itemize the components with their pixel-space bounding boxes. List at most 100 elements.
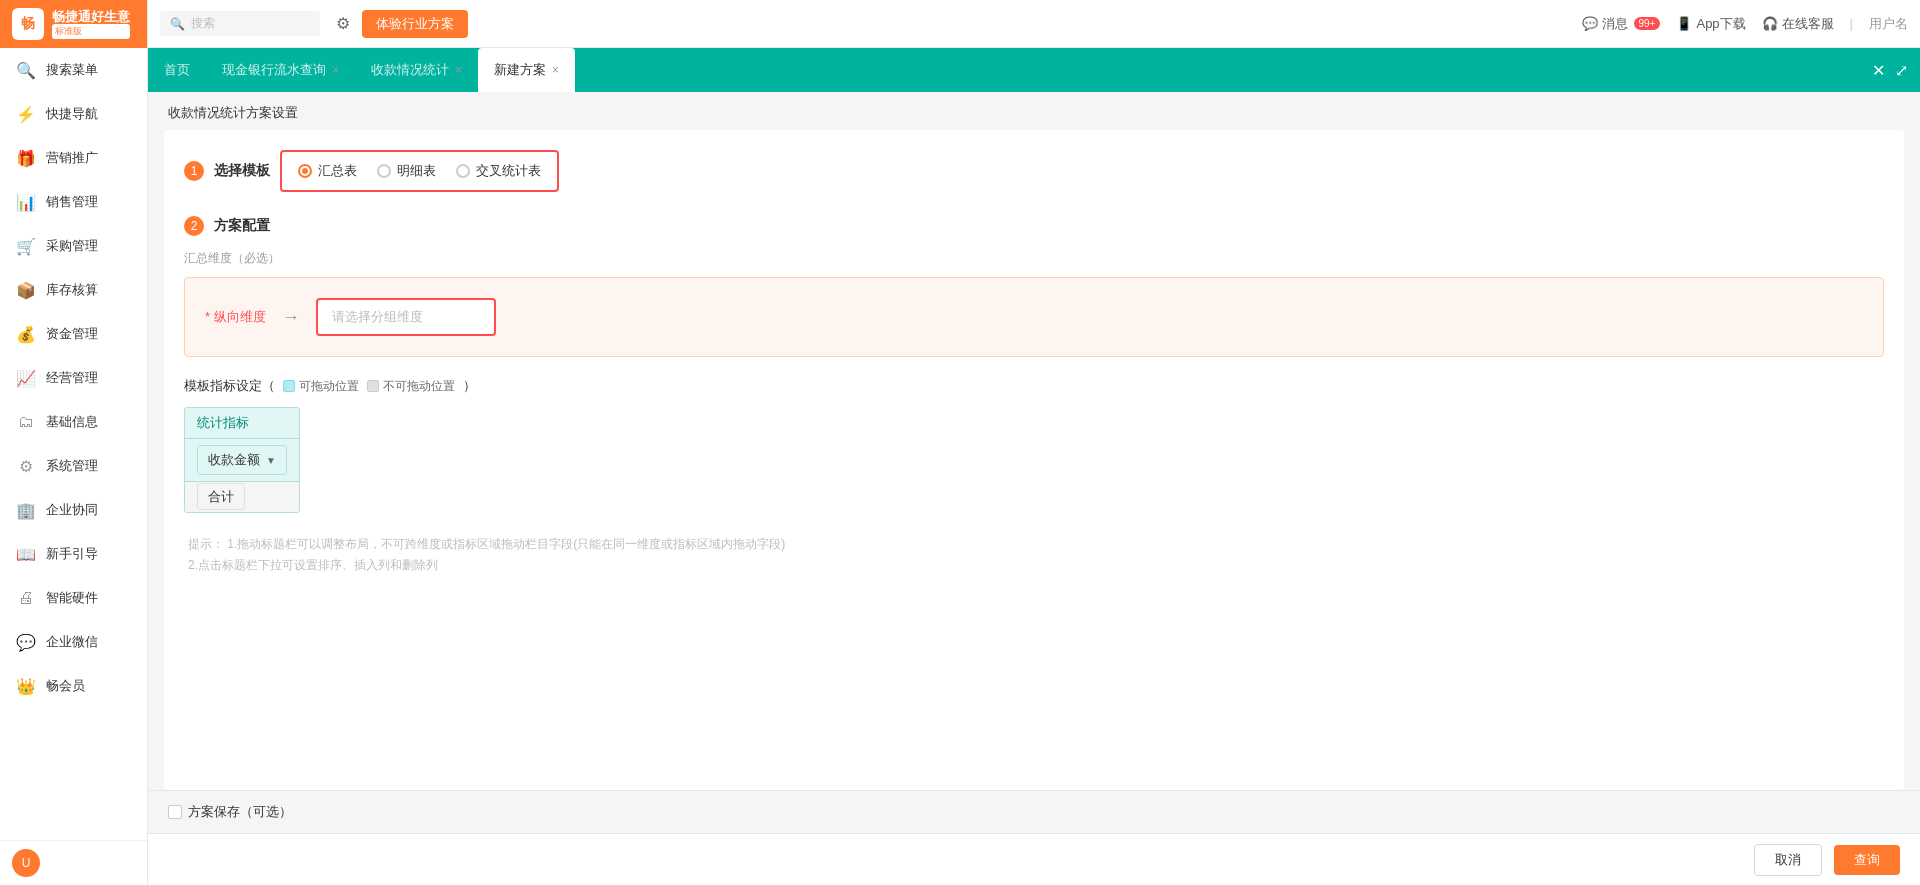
- sidebar-label-enterprise: 企业协同: [46, 501, 98, 519]
- legend-draggable: 可拖动位置: [283, 378, 359, 395]
- step1-title: 选择模板: [214, 162, 270, 180]
- sidebar-item-base-info[interactable]: 🗂基础信息: [0, 400, 147, 444]
- sidebar-item-purchase[interactable]: 🛒采购管理: [0, 224, 147, 268]
- sidebar-icon-smart-hw: 🖨: [16, 589, 36, 607]
- sidebar-item-member[interactable]: 👑畅会员: [0, 664, 147, 708]
- sidebar-icon-search-menu: 🔍: [16, 61, 36, 80]
- topbar: 🔍 搜索 ⚙ 体验行业方案 💬 消息 99+ 📱 App下载 🎧 在线客服 | …: [148, 0, 1920, 48]
- tab-close-new-plan[interactable]: ×: [552, 63, 559, 77]
- dimension-area: * 纵向维度 → 请选择分组维度: [184, 277, 1884, 357]
- metrics-sub-row: 合计: [185, 481, 299, 512]
- nav-tab-home[interactable]: 首页: [148, 48, 206, 92]
- sidebar-label-marketing: 营销推广: [46, 149, 98, 167]
- sidebar-label-operations: 经营管理: [46, 369, 98, 387]
- sidebar-label-member: 畅会员: [46, 677, 85, 695]
- radio-summary-label: 汇总表: [318, 162, 357, 180]
- industry-btn[interactable]: 体验行业方案: [362, 10, 468, 38]
- metrics-label: 统计指标: [185, 408, 299, 439]
- dimension-arrow: →: [282, 307, 300, 328]
- checkbox-box: [168, 805, 182, 819]
- tab-close-receipt-stats[interactable]: ×: [455, 63, 462, 77]
- step1-header: 1 选择模板 汇总表 明细表: [184, 150, 1884, 192]
- metrics-tag[interactable]: 收款金额 ▼: [197, 445, 287, 475]
- page-header: 收款情况统计方案设置: [148, 92, 1920, 130]
- save-plan-checkbox[interactable]: 方案保存（可选）: [168, 803, 292, 821]
- step2-header: 2 方案配置: [184, 216, 1884, 236]
- sidebar-icon-weixin: 💬: [16, 633, 36, 652]
- close-all-icon[interactable]: ✕: [1872, 61, 1885, 80]
- sidebar-item-quick-nav[interactable]: ⚡快捷导航: [0, 92, 147, 136]
- message-icon: 💬: [1582, 16, 1598, 31]
- legend-non-draggable: 不可拖动位置: [367, 378, 455, 395]
- sidebar-label-quick-nav: 快捷导航: [46, 105, 98, 123]
- sidebar-item-enterprise[interactable]: 🏢企业协同: [0, 488, 147, 532]
- sidebar-icon-sales: 📊: [16, 193, 36, 212]
- sidebar-label-sales: 销售管理: [46, 193, 98, 211]
- radio-cross-circle: [456, 164, 470, 178]
- page-body: 1 选择模板 汇总表 明细表: [164, 130, 1904, 790]
- tab-label-receipt-stats: 收款情况统计: [371, 61, 449, 79]
- user-name: 用户名: [1869, 15, 1908, 33]
- nav-tab-new-plan[interactable]: 新建方案 ×: [478, 48, 575, 92]
- topbar-right: 💬 消息 99+ 📱 App下载 🎧 在线客服 | 用户名: [1582, 15, 1909, 33]
- nav-tabs: 首页现金银行流水查询 ×收款情况统计 ×新建方案 × ✕ ⤢: [148, 48, 1920, 92]
- sidebar-icon-system: ⚙: [16, 457, 36, 476]
- sidebar-label-system: 系统管理: [46, 457, 98, 475]
- radio-detail[interactable]: 明细表: [377, 162, 436, 180]
- sidebar-item-guide[interactable]: 📖 新手引导: [0, 532, 147, 576]
- bottom-bar: 取消 查询: [148, 833, 1920, 885]
- tab-close-bank[interactable]: ×: [332, 63, 339, 77]
- sidebar-icon-marketing: 🎁: [16, 149, 36, 168]
- expand-icon[interactable]: ⤢: [1895, 61, 1908, 80]
- sidebar: 畅 畅捷通好生意 标准版 🔍 搜索菜单 ⚡快捷导航 🎁 营销推广 📊 销售管理 🛒采购管理📦库…: [0, 0, 148, 885]
- sidebar-item-search-menu[interactable]: 🔍 搜索菜单: [0, 48, 147, 92]
- sidebar-item-marketing[interactable]: 🎁 营销推广: [0, 136, 147, 180]
- sidebar-icon-finance: 💰: [16, 325, 36, 344]
- sidebar-item-sales[interactable]: 📊 销售管理: [0, 180, 147, 224]
- nav-tab-receipt-stats[interactable]: 收款情况统计 ×: [355, 48, 478, 92]
- sidebar-logo: 畅 畅捷通好生意 标准版: [0, 0, 147, 48]
- service-label: 在线客服: [1782, 15, 1834, 33]
- sidebar-label-base-info: 基础信息: [46, 413, 98, 431]
- dimension-selector[interactable]: 请选择分组维度: [316, 298, 496, 336]
- sidebar-icon-guide: 📖: [16, 545, 36, 564]
- step1-section: 1 选择模板 汇总表 明细表: [184, 150, 1884, 192]
- sidebar-label-guide: 新手引导: [46, 545, 98, 563]
- radio-detail-label: 明细表: [397, 162, 436, 180]
- step2-num: 2: [184, 216, 204, 236]
- hint-2: 2.点击标题栏下拉可设置排序、插入列和删除列: [188, 557, 1880, 574]
- breadcrumb: 收款情况统计方案设置: [168, 105, 298, 120]
- query-button[interactable]: 查询: [1834, 845, 1900, 875]
- hint-area: 提示： 1.拖动标题栏可以调整布局，不可跨维度或指标区域拖动栏目字段(只能在同一…: [184, 536, 1884, 574]
- draggable-dot: [283, 380, 295, 392]
- tab-label-home: 首页: [164, 61, 190, 79]
- service-btn[interactable]: 🎧 在线客服: [1762, 15, 1834, 33]
- step2-title: 方案配置: [214, 217, 270, 235]
- sidebar-label-finance: 资金管理: [46, 325, 98, 343]
- sidebar-item-smart-hw[interactable]: 🖨智能硬件: [0, 576, 147, 620]
- settings-icon[interactable]: ⚙: [336, 14, 350, 33]
- sidebar-item-weixin[interactable]: 💬企业微信: [0, 620, 147, 664]
- radio-cross[interactable]: 交叉统计表: [456, 162, 541, 180]
- app-download-btn[interactable]: 📱 App下载: [1676, 15, 1745, 33]
- search-placeholder-text: 搜索: [191, 15, 215, 32]
- topbar-search[interactable]: 🔍 搜索: [160, 11, 320, 36]
- radio-summary[interactable]: 汇总表: [298, 162, 357, 180]
- avatar: U: [12, 849, 40, 877]
- sidebar-item-system[interactable]: ⚙ 系统管理: [0, 444, 147, 488]
- template-radio-group: 汇总表 明细表 交叉统计表: [298, 162, 541, 180]
- sidebar-item-inventory[interactable]: 📦库存核算: [0, 268, 147, 312]
- cancel-button[interactable]: 取消: [1754, 844, 1822, 876]
- sidebar-item-operations[interactable]: 📈经营管理: [0, 356, 147, 400]
- sidebar-item-finance[interactable]: 💰 资金管理: [0, 312, 147, 356]
- nav-tabs-list: 首页现金银行流水查询 ×收款情况统计 ×新建方案 ×: [148, 48, 1872, 92]
- dimension-label: * 纵向维度: [205, 308, 266, 326]
- sidebar-icon-purchase: 🛒: [16, 237, 36, 256]
- sidebar-label-search-menu: 搜索菜单: [46, 61, 98, 79]
- page-footer: 方案保存（可选）: [148, 790, 1920, 833]
- main-area: 🔍 搜索 ⚙ 体验行业方案 💬 消息 99+ 📱 App下载 🎧 在线客服 | …: [148, 0, 1920, 885]
- nav-tab-bank[interactable]: 现金银行流水查询 ×: [206, 48, 355, 92]
- tab-label-new-plan: 新建方案: [494, 61, 546, 79]
- dimension-container: 汇总维度（必选） * 纵向维度 → 请选择分组维度: [184, 250, 1884, 357]
- message-btn[interactable]: 💬 消息 99+: [1582, 15, 1661, 33]
